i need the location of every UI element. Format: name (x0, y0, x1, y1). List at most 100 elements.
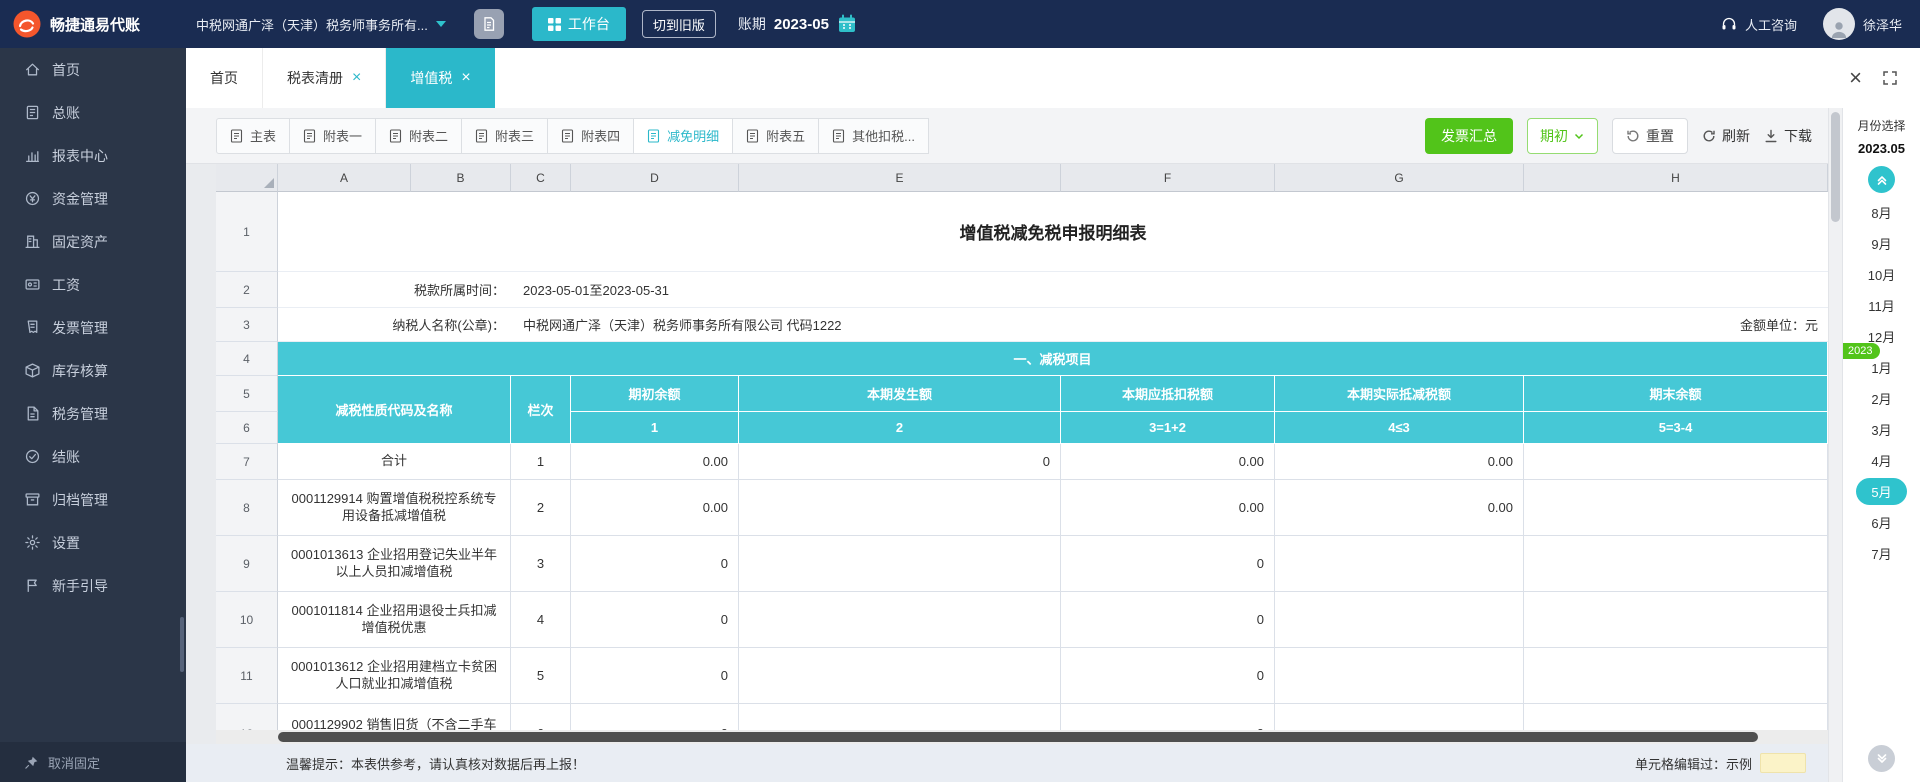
row-number[interactable]: 9 (216, 536, 278, 592)
cell-ending[interactable] (1524, 444, 1828, 480)
tab-home[interactable]: 首页 (186, 48, 263, 108)
cell-index[interactable]: 3 (511, 536, 571, 592)
months-scroll-up-button[interactable] (1868, 166, 1895, 193)
cell-name[interactable]: 0001129914 购置增值税税控系统专用设备抵减增值税 (278, 480, 511, 536)
row-number[interactable]: 1 (216, 192, 278, 272)
cell-name[interactable]: 0001013612 企业招用建档立卡贫困人口就业扣减增值税 (278, 648, 511, 704)
sidebar-item-archive[interactable]: 归档管理 (0, 478, 186, 521)
fullscreen-icon[interactable] (1882, 70, 1898, 86)
row-number[interactable]: 5 (216, 376, 278, 412)
column-header[interactable]: F (1061, 164, 1275, 192)
sidebar-item-funds[interactable]: 资金管理 (0, 177, 186, 220)
cell-opening[interactable]: 0.00 (571, 480, 739, 536)
row-number[interactable]: 8 (216, 480, 278, 536)
switch-old-version-button[interactable]: 切到旧版 (641, 10, 716, 38)
vertical-scrollbar[interactable] (1828, 108, 1842, 782)
cell-deductible[interactable]: 0 (1061, 648, 1275, 704)
month-item[interactable]: 3月 (1843, 414, 1920, 445)
refresh-button[interactable]: 刷新 (1702, 126, 1750, 146)
column-header[interactable]: H (1524, 164, 1828, 192)
sidebar-item-tax[interactable]: 税务管理 (0, 392, 186, 435)
taxpayer-cell-label[interactable]: 纳税人名称(公章)： (278, 308, 511, 342)
sidebar-item-settings[interactable]: 设置 (0, 521, 186, 564)
sheet-tab-appendix2[interactable]: 附表二 (376, 117, 463, 154)
month-item[interactable]: 7月 (1843, 538, 1920, 569)
period-value[interactable]: 2023-05 (774, 16, 829, 33)
months-scroll-down-button[interactable] (1868, 745, 1895, 772)
cell-deductible[interactable]: 0.00 (1061, 480, 1275, 536)
company-selector[interactable]: 中税网通广泽（天津）税务师事务所有... (196, 15, 446, 34)
cell-index[interactable]: 5 (511, 648, 571, 704)
taxpayer-cell-value[interactable]: 中税网通广泽（天津）税务师事务所有限公司 代码1222 (511, 308, 1518, 342)
sheet-tab-deduction-detail[interactable]: 减免明细 (634, 117, 734, 154)
cell-index[interactable]: 2 (511, 480, 571, 536)
sidebar-item-invoice[interactable]: 发票管理 (0, 306, 186, 349)
sheet-tab-appendix4[interactable]: 附表四 (548, 117, 635, 154)
sidebar-item-closing[interactable]: 结账 (0, 435, 186, 478)
row-number[interactable]: 2 (216, 272, 278, 308)
column-header[interactable]: E (739, 164, 1061, 192)
cell-opening[interactable]: 0 (571, 536, 739, 592)
sidebar-item-fixed-assets[interactable]: 固定资产 (0, 220, 186, 263)
horizontal-scrollbar[interactable] (216, 730, 1828, 744)
tab-close-icon[interactable]: × (352, 70, 361, 86)
sheet-tab-appendix5[interactable]: 附表五 (733, 117, 820, 154)
row-number[interactable]: 10 (216, 592, 278, 648)
workbench-button[interactable]: 工作台 (531, 7, 626, 41)
sheet-tab-other[interactable]: 其他扣税... (819, 117, 929, 154)
cell-actual[interactable] (1275, 648, 1524, 704)
column-header[interactable]: C (511, 164, 571, 192)
cell-index[interactable]: 1 (511, 444, 571, 480)
cell-opening[interactable]: 0.00 (571, 444, 739, 480)
column-header[interactable]: G (1275, 164, 1524, 192)
cell-actual[interactable] (1275, 536, 1524, 592)
month-item[interactable]: 10月 (1843, 259, 1920, 290)
column-header[interactable]: A (278, 164, 411, 192)
calendar-button[interactable] (837, 14, 857, 34)
row-number[interactable]: 6 (216, 412, 278, 444)
cell-opening[interactable]: 0 (571, 592, 739, 648)
reset-button[interactable]: 重置 (1612, 117, 1688, 154)
cell-ending[interactable] (1524, 536, 1828, 592)
cell-current[interactable] (739, 536, 1061, 592)
select-all-corner[interactable] (216, 164, 278, 192)
document-quick-button[interactable] (473, 9, 504, 39)
unpin-button[interactable]: 取消固定 (0, 742, 186, 782)
sidebar-scrollbar-thumb[interactable] (180, 617, 184, 672)
unit-cell[interactable]: 金额单位：元 (1518, 308, 1828, 342)
cell-actual[interactable]: 0.00 (1275, 480, 1524, 536)
user-name[interactable]: 徐泽华 (1863, 15, 1902, 34)
cell-current[interactable] (739, 648, 1061, 704)
sheet-tab-appendix3[interactable]: 附表三 (462, 117, 549, 154)
sheet-title[interactable]: 增值税减免税申报明细表 (278, 192, 1828, 272)
cell-name[interactable]: 0001013613 企业招用登记失业半年以上人员扣减增值税 (278, 536, 511, 592)
download-button[interactable]: 下载 (1764, 126, 1812, 146)
sidebar-item-payroll[interactable]: 工资 (0, 263, 186, 306)
period-cell-label[interactable]: 税款所属时间： (278, 272, 511, 308)
sidebar-item-home[interactable]: 首页 (0, 48, 186, 91)
row-number[interactable]: 4 (216, 342, 278, 376)
tab-vat[interactable]: 增值税 × (386, 48, 495, 108)
cell-actual[interactable]: 0.00 (1275, 444, 1524, 480)
sidebar-item-inventory[interactable]: 库存核算 (0, 349, 186, 392)
month-item-active[interactable]: 5月 (1856, 478, 1907, 505)
cell-ending[interactable] (1524, 480, 1828, 536)
month-item[interactable]: 9月 (1843, 228, 1920, 259)
cell-deductible[interactable]: 0 (1061, 536, 1275, 592)
column-header[interactable]: D (571, 164, 739, 192)
cell-current[interactable] (739, 592, 1061, 648)
cell-ending[interactable] (1524, 592, 1828, 648)
tab-close-icon[interactable]: × (461, 70, 470, 86)
cell-opening[interactable]: 0 (571, 648, 739, 704)
cell-deductible[interactable]: 0 (1061, 592, 1275, 648)
month-item[interactable]: 6月 (1843, 507, 1920, 538)
cell-deductible[interactable]: 0.00 (1061, 444, 1275, 480)
sidebar-item-report-center[interactable]: 报表中心 (0, 134, 186, 177)
sheet-tab-main[interactable]: 主表 (216, 117, 291, 154)
sheet-tab-appendix1[interactable]: 附表一 (290, 117, 377, 154)
column-header[interactable]: B (411, 164, 511, 192)
period-cell-value[interactable]: 2023-05-01至2023-05-31 (511, 272, 1828, 308)
cell-current[interactable] (739, 480, 1061, 536)
month-item[interactable]: 2月 (1843, 383, 1920, 414)
invoice-summary-button[interactable]: 发票汇总 (1425, 117, 1513, 154)
